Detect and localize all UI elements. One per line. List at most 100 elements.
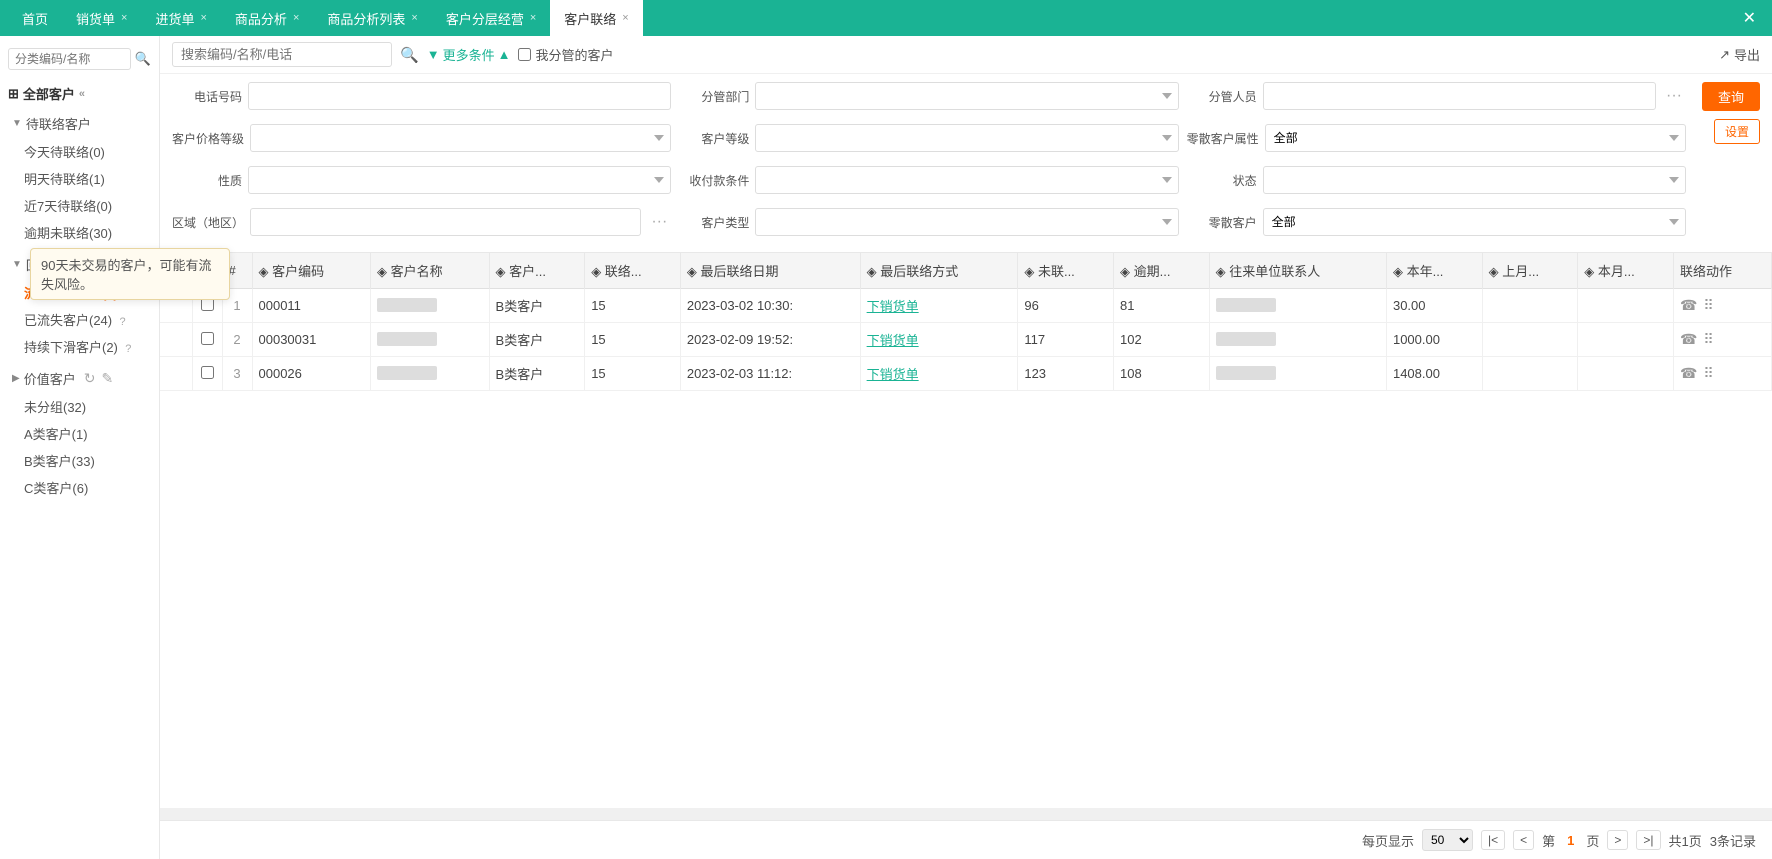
tab-analysis-list-close[interactable]: × — [411, 12, 417, 24]
row-checkbox[interactable] — [201, 366, 214, 379]
row-this-year-cell: 1000.00 — [1386, 323, 1482, 357]
sidebar-search-input[interactable] — [8, 48, 131, 70]
page-size-select[interactable]: 20 50 100 — [1422, 829, 1473, 851]
price-level-select[interactable] — [250, 124, 671, 152]
row-last-method-cell[interactable]: 下销货单 — [860, 289, 1018, 323]
row-this-month-cell — [1578, 323, 1674, 357]
price-level-label: 客户价格等级 — [172, 130, 244, 147]
first-page-button[interactable]: |< — [1481, 830, 1505, 850]
tab-customer-layer-close[interactable]: × — [530, 12, 536, 24]
value-edit-icon[interactable]: ✎ — [101, 370, 113, 387]
sidebar-item-today[interactable]: 今天待联络(0) — [0, 138, 159, 165]
col-overdue[interactable]: ◈ 逾期... — [1114, 253, 1210, 289]
row-contact-icon[interactable]: ☎ — [1680, 297, 1697, 314]
sidebar-item-a-class[interactable]: A类客户(1) — [0, 420, 159, 447]
row-more-icon[interactable]: ⠿ — [1703, 297, 1713, 314]
payment-select[interactable] — [755, 166, 1178, 194]
more-conditions-button[interactable]: ▼ 更多条件 ▲ — [427, 45, 511, 64]
value-refresh-icon[interactable]: ↻ — [84, 370, 96, 387]
row-contact-icon[interactable]: ☎ — [1680, 331, 1697, 348]
prev-page-button[interactable]: < — [1513, 830, 1534, 850]
region-ellipsis[interactable]: ··· — [647, 213, 671, 231]
table-container: ⚙ # ◈ 客户编码 ◈ 客户名称 ◈ 客户... — [160, 253, 1772, 808]
row-more-icon[interactable]: ⠿ — [1703, 331, 1713, 348]
table-horizontal-scrollbar[interactable] — [160, 808, 1772, 820]
sidebar-item-b-class[interactable]: B类客户(33) — [0, 447, 159, 474]
nature-select[interactable] — [248, 166, 671, 194]
customer-type-select[interactable] — [755, 208, 1178, 236]
window-close-button[interactable]: ✕ — [1735, 8, 1764, 28]
row-unit-contact-cell — [1209, 323, 1386, 357]
person-ellipsis[interactable]: ··· — [1662, 87, 1686, 105]
row-last-date-cell: 2023-02-09 19:52: — [680, 323, 860, 357]
region-input[interactable] — [250, 208, 641, 236]
phone-input[interactable] — [248, 82, 671, 110]
tab-analysis-list[interactable]: 商品分析列表 × — [313, 0, 431, 36]
sidebar-group-value-title[interactable]: ▶ 价值客户 ↻ ✎ — [0, 364, 159, 393]
tab-analysis[interactable]: 商品分析 × — [221, 0, 313, 36]
customer-level-select[interactable] — [755, 124, 1178, 152]
sidebar-item-overdue[interactable]: 逾期未联络(30) — [0, 219, 159, 246]
row-checkbox-cell[interactable] — [192, 357, 222, 391]
export-button[interactable]: ↗ 导出 — [1719, 45, 1760, 64]
filter-settings-button[interactable]: 设置 — [1714, 119, 1760, 144]
retail-select[interactable]: 全部 — [1263, 208, 1686, 236]
query-button[interactable]: 查询 — [1702, 82, 1760, 111]
tab-purchase-close[interactable]: × — [200, 12, 206, 24]
col-last-date[interactable]: ◈ 最后联络日期 — [680, 253, 860, 289]
status-select[interactable] — [1263, 166, 1686, 194]
row-last-method-cell[interactable]: 下销货单 — [860, 323, 1018, 357]
col-type[interactable]: ◈ 客户... — [489, 253, 585, 289]
tab-analysis-close[interactable]: × — [293, 12, 299, 24]
col-this-year[interactable]: ◈ 本年... — [1386, 253, 1482, 289]
sidebar-item-c-class[interactable]: C类客户(6) — [0, 474, 159, 501]
filter-cell-retail-attr: 零散客户属性 全部 — [1187, 124, 1686, 152]
dept-select[interactable] — [755, 82, 1178, 110]
main-search-input[interactable] — [172, 42, 392, 67]
sidebar-item-lost[interactable]: 已流失客户(24) ? — [0, 306, 159, 333]
row-contact-icon[interactable]: ☎ — [1680, 365, 1697, 382]
col-contact-count[interactable]: ◈ 联络... — [585, 253, 681, 289]
main-layout: 🔍 ⊞ 全部客户 « ▼ 待联络客户 今天待联络(0) 明天待联络(1) 近7天… — [0, 36, 1772, 859]
row-checkbox-cell[interactable] — [192, 323, 222, 357]
retail-attr-select[interactable]: 全部 — [1265, 124, 1686, 152]
filter-cell-status: 状态 — [1187, 166, 1686, 194]
sidebar-item-week[interactable]: 近7天待联络(0) — [0, 192, 159, 219]
col-unit-contact[interactable]: ◈ 往来单位联系人 — [1209, 253, 1386, 289]
main-search-button[interactable]: 🔍 — [400, 46, 419, 64]
col-name[interactable]: ◈ 客户名称 — [371, 253, 490, 289]
my-customers-checkbox[interactable] — [518, 48, 531, 61]
sidebar-item-tomorrow[interactable]: 明天待联络(1) — [0, 165, 159, 192]
tab-purchase[interactable]: 进货单 × — [141, 0, 220, 36]
row-more-icon[interactable]: ⠿ — [1703, 365, 1713, 382]
row-settings-cell — [160, 323, 192, 357]
my-customers-checkbox-label[interactable]: 我分管的客户 — [518, 45, 613, 64]
last-page-button[interactable]: >| — [1636, 830, 1660, 850]
tab-customer-contact-close[interactable]: × — [622, 12, 628, 24]
tab-bar: 首页 销货单 × 进货单 × 商品分析 × 商品分析列表 × 客户分层经营 × … — [0, 0, 1772, 36]
col-uncontacted[interactable]: ◈ 未联... — [1018, 253, 1114, 289]
person-input[interactable] — [1263, 82, 1656, 110]
phone-label: 电话号码 — [172, 88, 242, 105]
tab-sales[interactable]: 销货单 × — [62, 0, 141, 36]
tab-home[interactable]: 首页 — [8, 0, 62, 36]
row-unit-contact-cell — [1209, 289, 1386, 323]
sidebar-search-button[interactable]: 🔍 — [135, 51, 151, 67]
row-checkbox[interactable] — [201, 332, 214, 345]
col-code[interactable]: ◈ 客户编码 — [252, 253, 371, 289]
tab-sales-close[interactable]: × — [121, 12, 127, 24]
col-this-month[interactable]: ◈ 本月... — [1578, 253, 1674, 289]
col-last-method[interactable]: ◈ 最后联络方式 — [860, 253, 1018, 289]
sidebar-item-ungroup[interactable]: 未分组(32) — [0, 393, 159, 420]
filter-cell-person: 分管人员 ··· — [1187, 82, 1686, 110]
sidebar-all-customers[interactable]: ⊞ 全部客户 « — [0, 78, 159, 109]
row-type-cell: B类客户 — [489, 323, 585, 357]
row-last-method-cell[interactable]: 下销货单 — [860, 357, 1018, 391]
tab-customer-layer[interactable]: 客户分层经营 × — [432, 0, 550, 36]
tab-customer-contact[interactable]: 客户联络 × — [550, 0, 642, 36]
sidebar-item-declining[interactable]: 持续下滑客户(2) ? — [0, 333, 159, 360]
sidebar-group-pending-title[interactable]: ▼ 待联络客户 — [0, 109, 159, 138]
next-page-button[interactable]: > — [1607, 830, 1628, 850]
col-last-month[interactable]: ◈ 上月... — [1482, 253, 1578, 289]
row-last-month-cell — [1482, 323, 1578, 357]
